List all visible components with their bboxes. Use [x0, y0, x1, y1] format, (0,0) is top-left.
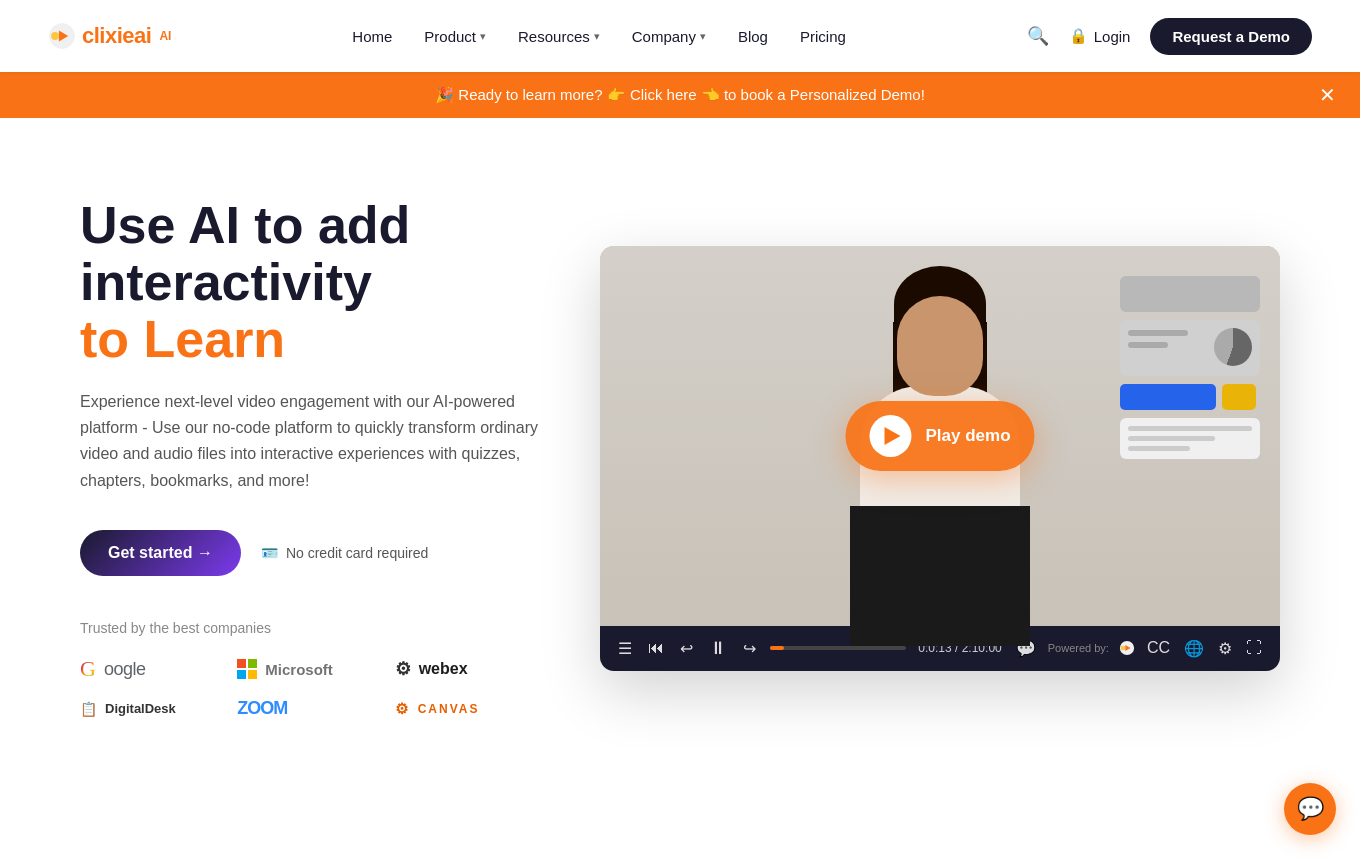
rewind-button[interactable]: ↩: [678, 637, 695, 660]
login-button[interactable]: 🔒 Login: [1069, 27, 1131, 45]
svg-point-1: [51, 32, 59, 40]
ui-line-1: [1128, 426, 1252, 431]
google-icon: G: [80, 656, 96, 682]
subtitles-button[interactable]: CC: [1145, 637, 1172, 659]
no-card-label: 🪪 No credit card required: [261, 545, 428, 561]
play-triangle-icon: [884, 427, 900, 445]
ui-yellow-block: [1222, 384, 1256, 410]
clixie-watermark-icon: [1119, 640, 1135, 656]
ui-line-2: [1128, 436, 1215, 441]
nav-actions: 🔍 🔒 Login Request a Demo: [1027, 18, 1312, 55]
hero-heading: Use AI to add interactivity to Learn: [80, 197, 540, 369]
card-icon: 🪪: [261, 545, 278, 561]
logo-icon: [48, 22, 76, 50]
settings-button[interactable]: ⚙: [1216, 637, 1234, 660]
hero-section: Use AI to add interactivity to Learn Exp…: [0, 118, 1360, 798]
ui-card-3: [1120, 384, 1260, 410]
banner-text: 🎉 Ready to learn more? 👉 Click here 👈 to…: [435, 86, 925, 104]
close-icon: ✕: [1319, 84, 1336, 106]
banner-close-button[interactable]: ✕: [1319, 85, 1336, 105]
lock-icon: 🔒: [1069, 27, 1088, 45]
chart-bar-2: [1128, 342, 1168, 348]
microsoft-icon: [237, 659, 257, 679]
pause-button[interactable]: ⏸: [707, 636, 729, 661]
hero-content: Use AI to add interactivity to Learn Exp…: [80, 197, 540, 719]
promo-banner: 🎉 Ready to learn more? 👉 Click here 👈 to…: [0, 72, 1360, 118]
nav-links: Home Product ▾ Resources ▾ Company ▾ Blo…: [352, 28, 846, 45]
powered-by-label: Powered by:: [1048, 642, 1109, 654]
presenter-pants: [850, 506, 1030, 646]
canvas-logo: ⚙ CANVAS: [395, 698, 540, 719]
webex-logo: ⚙ webex: [395, 656, 540, 682]
nav-resources[interactable]: Resources ▾: [518, 28, 600, 45]
digitaldesk-logo: 📋 DigitalDesk: [80, 698, 225, 719]
progress-bar[interactable]: [770, 646, 906, 650]
skip-back-button[interactable]: ⏮: [646, 637, 666, 659]
forward-button[interactable]: ↪: [741, 637, 758, 660]
fullscreen-button[interactable]: ⛶: [1244, 637, 1264, 659]
svg-point-5: [1121, 646, 1125, 650]
video-panel: clixie ai: [600, 246, 1280, 671]
google-logo: G oogle: [80, 656, 225, 682]
ui-line-3: [1128, 446, 1190, 451]
product-chevron-icon: ▾: [480, 30, 486, 43]
chat-icon: 💬: [1297, 796, 1324, 798]
video-ui-cards: [1120, 276, 1260, 459]
video-container: clixie ai: [600, 246, 1280, 671]
language-button[interactable]: 🌐: [1182, 637, 1206, 660]
ui-card-2: [1120, 320, 1260, 376]
ui-card-4: [1120, 418, 1260, 459]
chapters-button[interactable]: ☰: [616, 637, 634, 660]
play-label: Play demo: [925, 426, 1010, 446]
ui-blue-block: [1120, 384, 1216, 410]
hero-cta: Get started → 🪪 No credit card required: [80, 530, 540, 576]
digitaldesk-icon: 📋: [80, 701, 97, 717]
company-chevron-icon: ▾: [700, 30, 706, 43]
trusted-label: Trusted by the best companies: [80, 620, 540, 636]
search-icon: 🔍: [1027, 26, 1049, 46]
nav-blog[interactable]: Blog: [738, 28, 768, 45]
nav-company[interactable]: Company ▾: [632, 28, 706, 45]
play-circle-icon: [869, 415, 911, 457]
request-demo-button[interactable]: Request a Demo: [1150, 18, 1312, 55]
nav-home[interactable]: Home: [352, 28, 392, 45]
progress-fill: [770, 646, 784, 650]
get-started-button[interactable]: Get started →: [80, 530, 241, 576]
navbar: clixieai AI Home Product ▾ Resources ▾ C…: [0, 0, 1360, 72]
logo[interactable]: clixieai AI: [48, 22, 171, 50]
resources-chevron-icon: ▾: [594, 30, 600, 43]
brand-logos: G oogle Microsoft ⚙ webex 📋: [80, 656, 540, 719]
hero-subtext: Experience next-level video engagement w…: [80, 389, 540, 495]
ui-card-1: [1120, 276, 1260, 312]
nav-product[interactable]: Product ▾: [424, 28, 486, 45]
nav-pricing[interactable]: Pricing: [800, 28, 846, 45]
logo-ai-badge: AI: [159, 29, 171, 43]
webex-icon: ⚙: [395, 658, 411, 680]
microsoft-logo: Microsoft: [237, 656, 382, 682]
canvas-icon: ⚙: [395, 700, 410, 718]
zoom-logo: ZOOM: [237, 698, 382, 719]
presenter-head: [897, 296, 983, 396]
ctrl-right: 💬 Powered by: CC 🌐 ⚙ ⛶: [1014, 637, 1264, 660]
logo-text: clixieai: [82, 23, 151, 49]
search-button[interactable]: 🔍: [1027, 25, 1049, 47]
play-demo-button[interactable]: Play demo: [845, 401, 1034, 471]
video-frame: clixie ai: [600, 246, 1280, 626]
chart-bar: [1128, 330, 1188, 336]
chart-pie-icon: [1214, 328, 1252, 366]
